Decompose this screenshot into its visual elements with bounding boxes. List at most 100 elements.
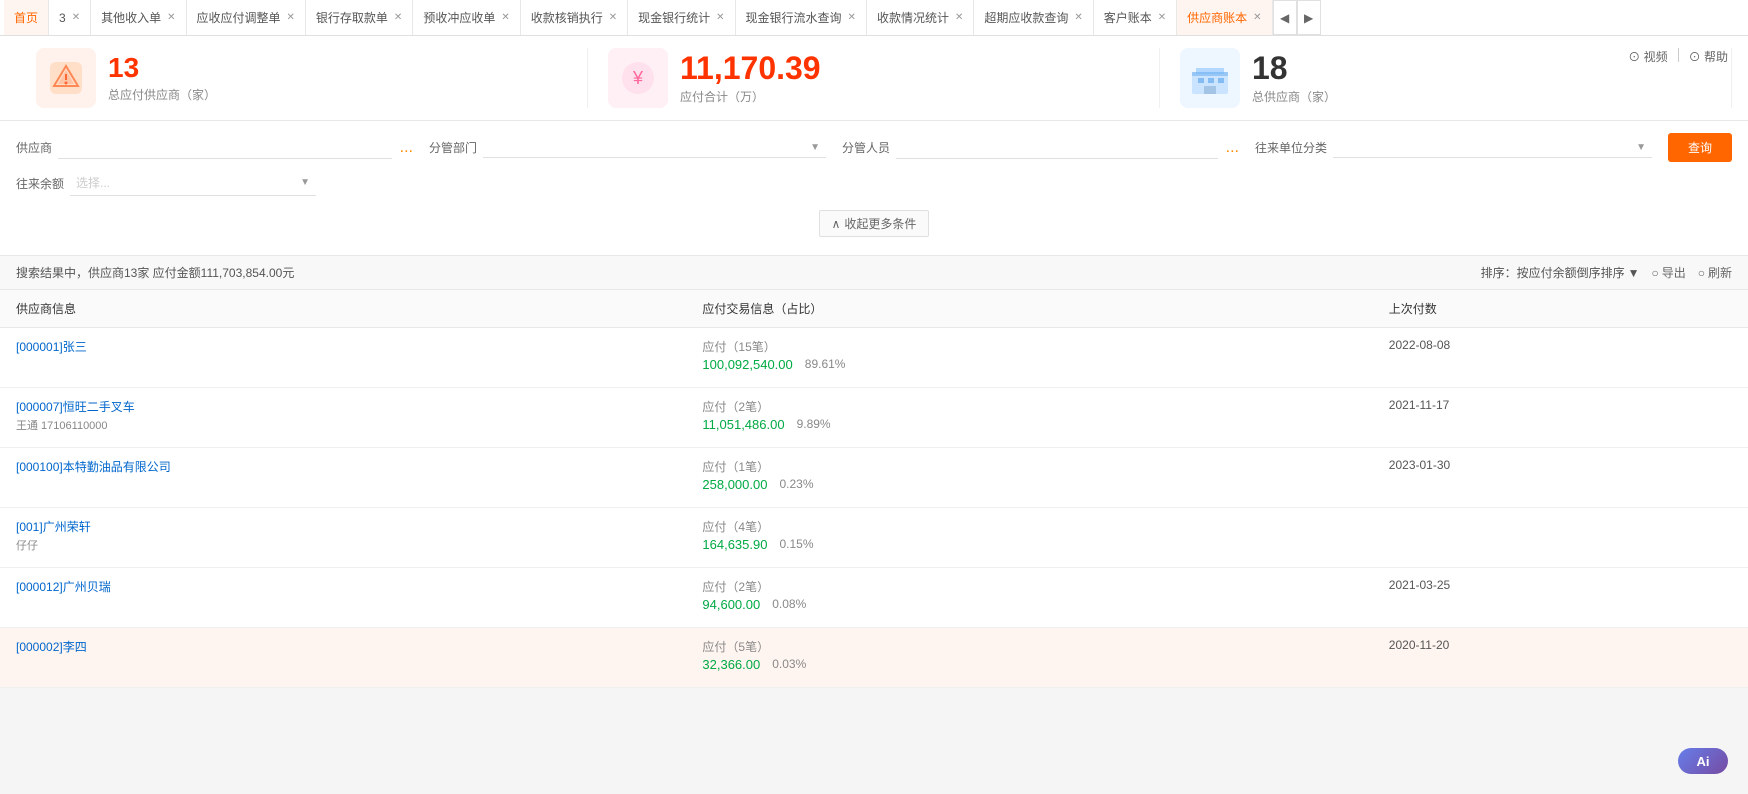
nav-tab-home[interactable]: 首页: [4, 0, 49, 35]
col-header-supplier: 供应商信息: [16, 300, 702, 317]
table-row: [000012]广州贝瑞 应付（2笔） 94,600.00 0.08% 2021…: [0, 568, 1748, 628]
supplier-input[interactable]: [58, 136, 392, 159]
amount-6[interactable]: 32,366.00: [702, 657, 760, 672]
results-right: 排序：按应付余额倒序排序 ▼ ○ 导出 ○ 刷新: [1481, 264, 1732, 281]
supplier-sub-2: 王通 17106110000: [16, 417, 702, 433]
category-select[interactable]: ▼: [1333, 138, 1652, 158]
svg-text:¥: ¥: [632, 68, 644, 88]
supplier-sub-4: 仔仔: [16, 537, 702, 553]
total-suppliers-label: 总供应商（家）: [1252, 88, 1711, 105]
data-table: 供应商信息 应付交易信息（占比） 上次付数 [000001]张三 应付（15笔）…: [0, 290, 1748, 688]
nav-tab-bank-deposit[interactable]: 银行存取款单 ✕: [306, 0, 413, 35]
results-summary: 搜索结果中，供应商13家 应付金额111,703,854.00元: [16, 264, 294, 281]
refresh-button[interactable]: ○ 刷新: [1698, 264, 1732, 281]
nav-tab-collect-stat[interactable]: 收款情况统计 ✕: [867, 0, 974, 35]
top-right-links: ⊙ 视频 ⊙ 帮助: [1628, 48, 1728, 65]
balance-select[interactable]: 选择... ▼: [70, 170, 316, 196]
nav-tab-prepay-collect[interactable]: 预收冲应收单 ✕: [413, 0, 520, 35]
ap-total-content: 11,170.39 应付合计（万）: [680, 52, 1139, 105]
help-link[interactable]: ⊙ 帮助: [1689, 48, 1728, 65]
sort-button[interactable]: 排序：按应付余额倒序排序 ▼: [1481, 264, 1640, 281]
nav-tab-cash-bank-stat[interactable]: 现金银行统计 ✕: [628, 0, 735, 35]
top-navigation: 首页 3 ✕ 其他收入单 ✕ 应收应付调整单 ✕ 银行存取款单 ✕ 预收冲应收单…: [0, 0, 1748, 36]
pct-1: 89.61%: [805, 357, 846, 371]
main-content: 13 总应付供应商（家） ¥ 11,170.39 应付合计（万）: [0, 36, 1748, 794]
ap-suppliers-number: 13: [108, 54, 567, 82]
transaction-info-1: 应付（15笔） 100,092,540.00 89.61%: [702, 338, 1388, 372]
close-tab-other-income[interactable]: ✕: [167, 12, 175, 23]
close-tab-cash-bank-flow[interactable]: ✕: [848, 12, 856, 23]
supplier-info-3: [000100]本特勤油品有限公司: [16, 458, 702, 475]
supplier-link-5[interactable]: [000012]广州贝瑞: [16, 580, 111, 594]
supplier-info-5: [000012]广州贝瑞: [16, 578, 702, 595]
nav-tab-ap-adjust[interactable]: 应收应付调整单 ✕: [187, 0, 306, 35]
transaction-info-4: 应付（4笔） 164,635.90 0.15%: [702, 518, 1388, 552]
dept-filter-label: 分管部门: [429, 139, 477, 156]
close-tab-supplier-account[interactable]: ✕: [1253, 12, 1261, 23]
person-dots[interactable]: ...: [1226, 139, 1239, 157]
nav-prev-arrow[interactable]: ◀: [1273, 0, 1297, 35]
filter-area: 供应商 ... 分管部门 ▼ 分管人员 ... 往来单位分类: [0, 121, 1748, 256]
video-link[interactable]: ⊙ 视频: [1628, 48, 1667, 65]
last-pay-2: 2021-11-17: [1389, 398, 1732, 412]
ap-label-1: 应付（15笔）: [702, 338, 1388, 355]
ap-total-icon: ¥: [608, 48, 668, 108]
nav-tab-customer-account[interactable]: 客户账本 ✕: [1094, 0, 1177, 35]
ap-total-label: 应付合计（万）: [680, 88, 1139, 105]
nav-tab-overdue-ar[interactable]: 超期应收款查询 ✕: [974, 0, 1093, 35]
table-row: [000001]张三 应付（15笔） 100,092,540.00 89.61%…: [0, 328, 1748, 388]
export-icon: ○: [1651, 266, 1658, 280]
dept-select[interactable]: ▼: [483, 138, 826, 158]
amount-2[interactable]: 11,051,486.00: [702, 417, 784, 432]
close-tab-customer-account[interactable]: ✕: [1158, 12, 1166, 23]
supplier-info-4: [001]广州荣轩 仔仔: [16, 518, 702, 553]
collapse-button[interactable]: ∧ 收起更多条件: [819, 210, 930, 237]
supplier-filter: 供应商 ...: [16, 136, 413, 159]
close-tab-collect-verify[interactable]: ✕: [609, 12, 617, 23]
supplier-link-4[interactable]: [001]广州荣轩: [16, 520, 91, 534]
supplier-link-6[interactable]: [000002]李四: [16, 640, 87, 654]
amount-1[interactable]: 100,092,540.00: [702, 357, 792, 372]
supplier-link-1[interactable]: [000001]张三: [16, 340, 87, 354]
export-button[interactable]: ○ 导出: [1651, 264, 1685, 281]
last-pay-6: 2020-11-20: [1389, 638, 1732, 652]
close-tab-overdue-ar[interactable]: ✕: [1074, 12, 1082, 23]
nav-next-arrow[interactable]: ▶: [1297, 0, 1321, 35]
nav-tab-collect-verify[interactable]: 收款核销执行 ✕: [521, 0, 628, 35]
search-button[interactable]: 查询: [1668, 133, 1732, 162]
circle-icon: ⊙: [1628, 50, 1640, 64]
supplier-info-2: [000007]恒旺二手叉车 王通 17106110000: [16, 398, 702, 433]
close-tab-ap-adjust[interactable]: ✕: [287, 12, 295, 23]
ap-label-2: 应付（2笔）: [702, 398, 1388, 415]
table-row: [000100]本特勤油品有限公司 应付（1笔） 258,000.00 0.23…: [0, 448, 1748, 508]
pct-3: 0.23%: [779, 477, 813, 491]
ap-label-4: 应付（4笔）: [702, 518, 1388, 535]
ap-label-3: 应付（1笔）: [702, 458, 1388, 475]
close-tab-bank-deposit[interactable]: ✕: [394, 12, 402, 23]
ai-badge[interactable]: Ai: [1678, 748, 1728, 774]
transaction-info-2: 应付（2笔） 11,051,486.00 9.89%: [702, 398, 1388, 432]
close-tab-3[interactable]: ✕: [72, 12, 80, 23]
person-filter: 分管人员 ...: [842, 136, 1239, 159]
nav-tab-3[interactable]: 3 ✕: [49, 0, 91, 35]
transaction-info-5: 应付（2笔） 94,600.00 0.08%: [702, 578, 1388, 612]
transaction-info-6: 应付（5笔） 32,366.00 0.03%: [702, 638, 1388, 672]
nav-tab-cash-bank-flow[interactable]: 现金银行流水查询 ✕: [736, 0, 867, 35]
amount-4[interactable]: 164,635.90: [702, 537, 767, 552]
supplier-link-2[interactable]: [000007]恒旺二手叉车: [16, 400, 135, 414]
nav-tab-supplier-account[interactable]: 供应商账本 ✕: [1177, 0, 1272, 35]
close-tab-collect-stat[interactable]: ✕: [955, 12, 963, 23]
filter-row-1: 供应商 ... 分管部门 ▼ 分管人员 ... 往来单位分类: [16, 133, 1732, 162]
close-tab-cash-bank-stat[interactable]: ✕: [716, 12, 724, 23]
nav-tab-other-income[interactable]: 其他收入单 ✕: [91, 0, 186, 35]
refresh-icon: ○: [1698, 266, 1705, 280]
last-pay-1: 2022-08-08: [1389, 338, 1732, 352]
supplier-dots[interactable]: ...: [400, 139, 413, 157]
supplier-link-3[interactable]: [000100]本特勤油品有限公司: [16, 460, 171, 474]
close-tab-prepay-collect[interactable]: ✕: [501, 12, 509, 23]
col-header-transaction: 应付交易信息（占比）: [702, 300, 1388, 317]
person-input[interactable]: [896, 136, 1218, 159]
last-pay-5: 2021-03-25: [1389, 578, 1732, 592]
amount-5[interactable]: 94,600.00: [702, 597, 760, 612]
amount-3[interactable]: 258,000.00: [702, 477, 767, 492]
